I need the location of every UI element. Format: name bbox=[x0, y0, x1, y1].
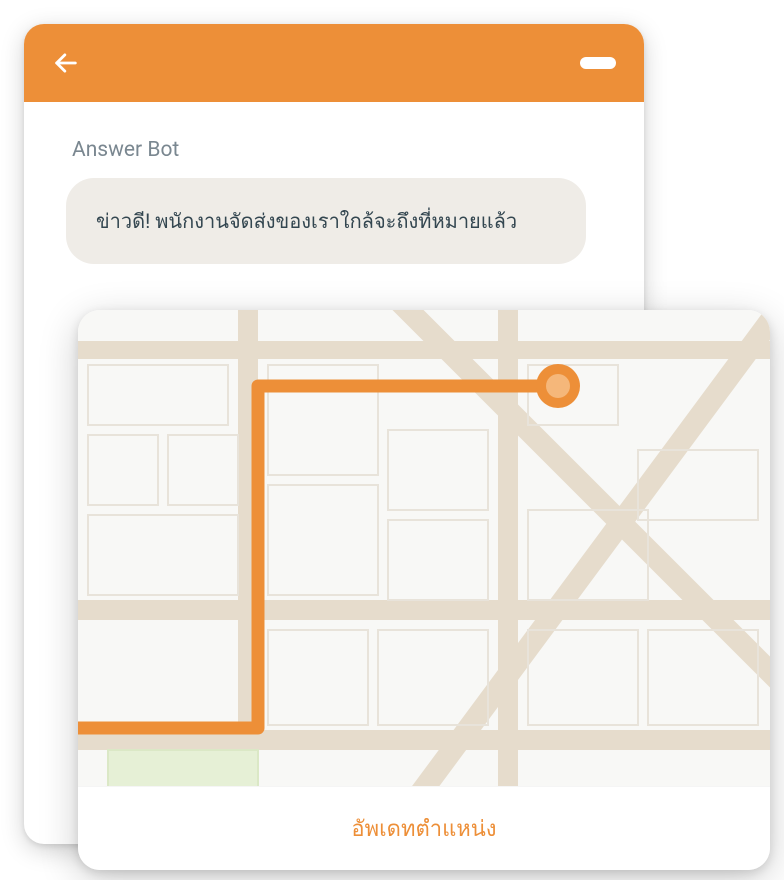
chat-header bbox=[24, 24, 644, 102]
update-location-button[interactable]: อัพเดทตำแหน่ง bbox=[351, 811, 496, 846]
map-view[interactable] bbox=[78, 310, 770, 786]
bot-name-label: Answer Bot bbox=[72, 138, 602, 162]
status-pill-icon bbox=[580, 57, 616, 69]
chat-bubble: ข่าวดี! พนักงานจัดส่งของเราใกล้จะถึงที่ห… bbox=[66, 178, 586, 264]
map-svg bbox=[78, 310, 770, 786]
map-card: อัพเดทตำแหน่ง bbox=[78, 310, 770, 870]
chat-bubble-text: ข่าวดี! พนักงานจัดส่งของเราใกล้จะถึงที่ห… bbox=[96, 206, 556, 236]
chat-body: Answer Bot ข่าวดี! พนักงานจัดส่งของเราใก… bbox=[24, 102, 644, 264]
back-arrow-icon[interactable] bbox=[52, 49, 80, 77]
map-footer: อัพเดทตำแหน่ง bbox=[78, 786, 770, 870]
